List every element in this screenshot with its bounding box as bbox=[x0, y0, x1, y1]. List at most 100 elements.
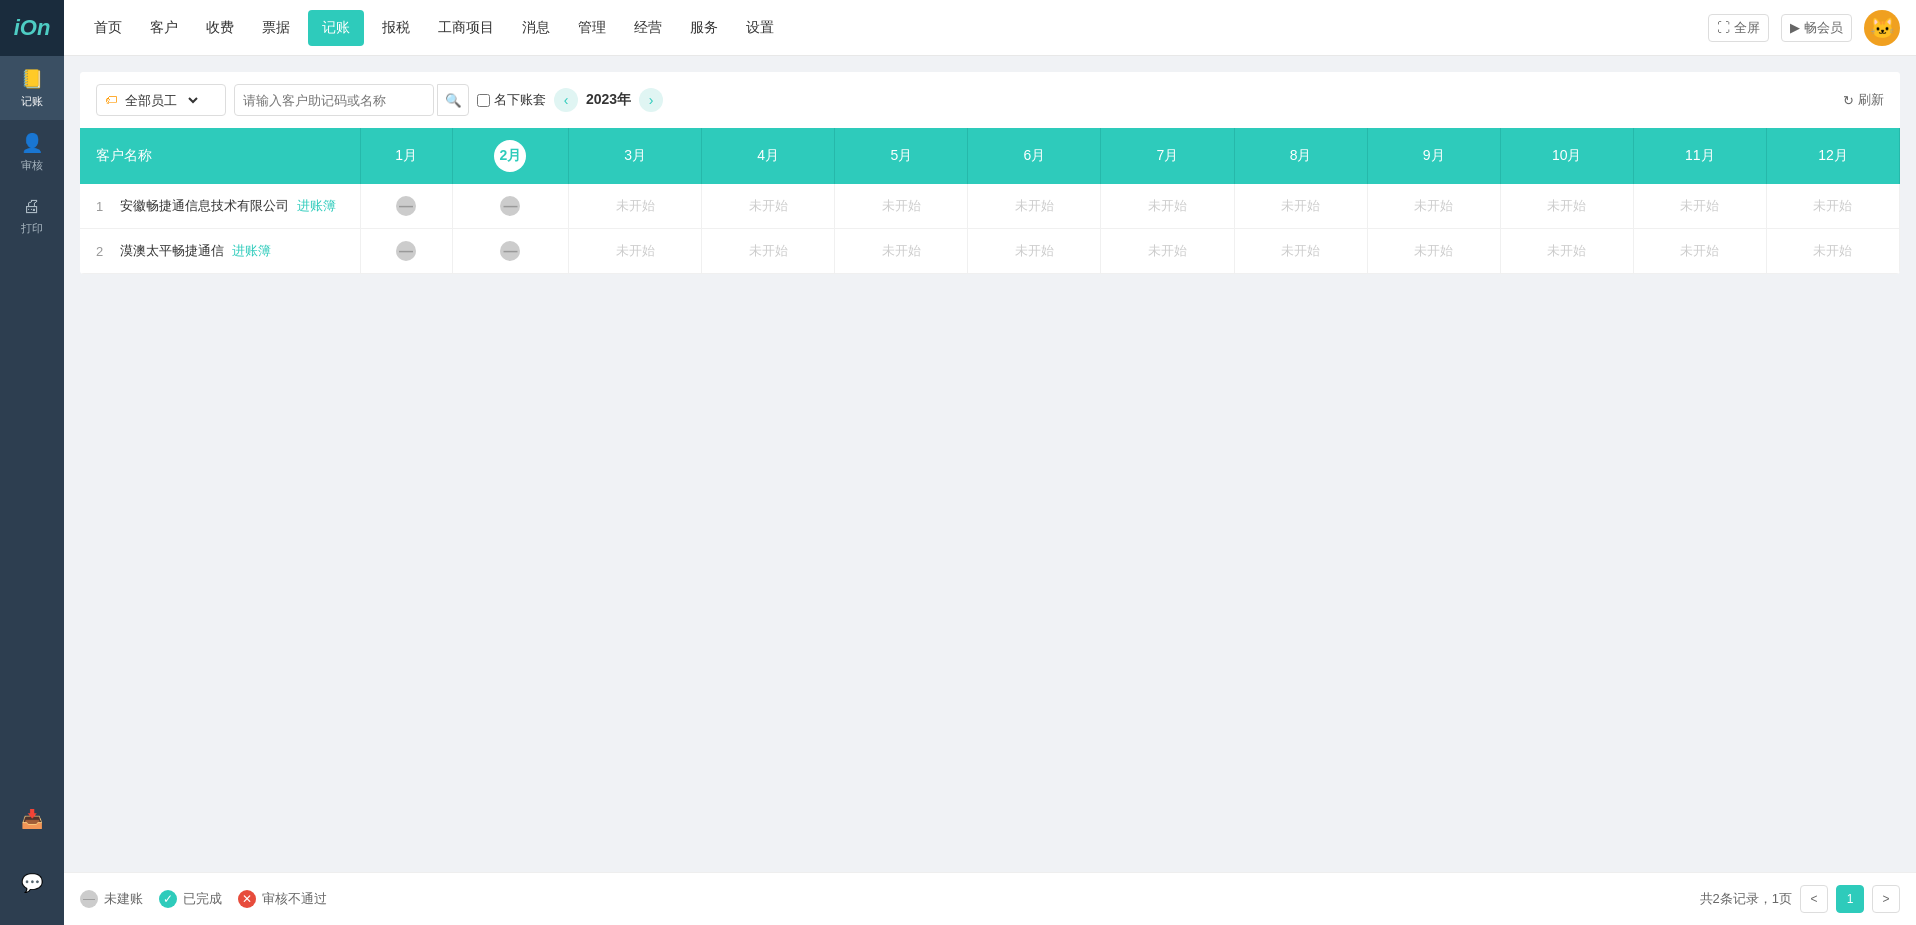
customer-name: 安徽畅捷通信息技术有限公司 bbox=[120, 197, 289, 215]
sidebar-item-support[interactable]: 💬 bbox=[0, 851, 64, 915]
nav-billing[interactable]: 收费 bbox=[192, 0, 248, 56]
month-cell-10: 未开始 bbox=[1500, 229, 1633, 274]
nav-customer[interactable]: 客户 bbox=[136, 0, 192, 56]
not-built-label: 未建账 bbox=[104, 890, 143, 908]
month-cell-2: — bbox=[452, 229, 568, 274]
nav-service[interactable]: 服务 bbox=[676, 0, 732, 56]
bookkeeping-table: 客户名称 1月 2月 3月 4月 5月 6月 7月 8月 9月 10月 11月 bbox=[80, 128, 1900, 274]
col-customer-name: 客户名称 bbox=[80, 128, 360, 184]
main-card: 🏷 全部员工 🔍 名下账套 ‹ 2023年 › bbox=[80, 72, 1900, 274]
col-month-6: 6月 bbox=[968, 128, 1101, 184]
not-started-label: 未开始 bbox=[1680, 198, 1719, 213]
search-input[interactable] bbox=[234, 84, 434, 116]
audit-icon: 👤 bbox=[21, 132, 43, 154]
legend-rejected: ✕ 审核不通过 bbox=[238, 890, 327, 908]
fullscreen-button[interactable]: ⛶ 全屏 bbox=[1708, 14, 1769, 42]
month-cell-12: 未开始 bbox=[1766, 184, 1899, 229]
sidebar-logo: iOn bbox=[0, 0, 64, 56]
toolbar: 🏷 全部员工 🔍 名下账套 ‹ 2023年 › bbox=[80, 72, 1900, 128]
employee-filter-icon: 🏷 bbox=[105, 93, 117, 107]
rejected-icon: ✕ bbox=[238, 890, 256, 908]
not-started-label: 未开始 bbox=[1015, 198, 1054, 213]
nav-invoice[interactable]: 票据 bbox=[248, 0, 304, 56]
completed-icon: ✓ bbox=[159, 890, 177, 908]
col-month-10: 10月 bbox=[1500, 128, 1633, 184]
col-month-9: 9月 bbox=[1367, 128, 1500, 184]
mine-checkbox-label[interactable]: 名下账套 bbox=[477, 91, 546, 109]
sidebar-item-bookkeeping[interactable]: 📒 记账 bbox=[0, 56, 64, 120]
completed-label: 已完成 bbox=[183, 890, 222, 908]
next-year-button[interactable]: › bbox=[639, 88, 663, 112]
legend-not-built: — 未建账 bbox=[80, 890, 143, 908]
month-cell-9: 未开始 bbox=[1367, 184, 1500, 229]
month-cell-12: 未开始 bbox=[1766, 229, 1899, 274]
mine-checkbox[interactable] bbox=[477, 94, 490, 107]
table-row: 1 安徽畅捷通信息技术有限公司 进账簿 ——未开始未开始未开始未开始未开始未开始… bbox=[80, 184, 1900, 229]
not-started-label: 未开始 bbox=[1148, 198, 1187, 213]
sidebar-bottom: 📥 💬 bbox=[0, 787, 64, 925]
refresh-icon: ↻ bbox=[1843, 93, 1854, 108]
topnav-items: 首页 客户 收费 票据 记账 报税 工商项目 消息 管理 经营 服务 设置 bbox=[80, 0, 1708, 56]
nav-settings[interactable]: 设置 bbox=[732, 0, 788, 56]
nav-operations[interactable]: 经营 bbox=[620, 0, 676, 56]
year-display: 2023年 bbox=[586, 91, 631, 109]
month-cell-7: 未开始 bbox=[1101, 229, 1234, 274]
topnav-right: ⛶ 全屏 ▶ 畅会员 🐱 bbox=[1708, 10, 1900, 46]
not-started-label: 未开始 bbox=[882, 198, 921, 213]
nav-bookkeeping[interactable]: 记账 bbox=[308, 10, 364, 46]
not-started-label: 未开始 bbox=[616, 198, 655, 213]
month-cell-1: — bbox=[360, 229, 452, 274]
not-started-label: 未开始 bbox=[749, 243, 788, 258]
not-started-label: 未开始 bbox=[1813, 198, 1852, 213]
enter-link[interactable]: 进账簿 bbox=[232, 242, 271, 260]
current-page-button[interactable]: 1 bbox=[1836, 885, 1864, 913]
row-number: 1 bbox=[96, 199, 112, 214]
pagination: 共2条记录，1页 < 1 > bbox=[1700, 885, 1900, 913]
month-cell-2: — bbox=[452, 184, 568, 229]
month-cell-9: 未开始 bbox=[1367, 229, 1500, 274]
not-started-label: 未开始 bbox=[1680, 243, 1719, 258]
print-icon: 🖨 bbox=[23, 196, 41, 217]
member-button[interactable]: ▶ 畅会员 bbox=[1781, 14, 1852, 42]
not-started-label: 未开始 bbox=[882, 243, 921, 258]
sidebar-item-label: 记账 bbox=[21, 94, 43, 109]
not-built-icon: — bbox=[80, 890, 98, 908]
next-page-button[interactable]: > bbox=[1872, 885, 1900, 913]
footer: — 未建账 ✓ 已完成 ✕ 审核不通过 共2条记录，1页 < 1 > bbox=[64, 872, 1916, 925]
nav-tax[interactable]: 报税 bbox=[368, 0, 424, 56]
nav-message[interactable]: 消息 bbox=[508, 0, 564, 56]
sidebar-item-print[interactable]: 🖨 打印 bbox=[0, 184, 64, 248]
support-icon: 💬 bbox=[21, 872, 43, 894]
month-cell-5: 未开始 bbox=[835, 184, 968, 229]
employee-select[interactable]: 全部员工 bbox=[121, 92, 201, 109]
month-cell-4: 未开始 bbox=[702, 184, 835, 229]
nav-business[interactable]: 工商项目 bbox=[424, 0, 508, 56]
month-cell-3: 未开始 bbox=[569, 184, 702, 229]
table-container: 客户名称 1月 2月 3月 4月 5月 6月 7月 8月 9月 10月 11月 bbox=[80, 128, 1900, 274]
enter-link[interactable]: 进账簿 bbox=[297, 197, 336, 215]
col-month-11: 11月 bbox=[1633, 128, 1766, 184]
customer-name-cell: 2 漠澳太平畅捷通信 进账簿 bbox=[80, 229, 360, 274]
nav-home[interactable]: 首页 bbox=[80, 0, 136, 56]
avatar[interactable]: 🐱 bbox=[1864, 10, 1900, 46]
month-cell-11: 未开始 bbox=[1633, 184, 1766, 229]
nav-management[interactable]: 管理 bbox=[564, 0, 620, 56]
not-started-label: 未开始 bbox=[1281, 198, 1320, 213]
sidebar: iOn 📒 记账 👤 审核 🖨 打印 📥 💬 bbox=[0, 0, 64, 925]
main-content: 首页 客户 收费 票据 记账 报税 工商项目 消息 管理 经营 服务 设置 ⛶ … bbox=[64, 0, 1916, 925]
month-cell-7: 未开始 bbox=[1101, 184, 1234, 229]
employee-filter[interactable]: 🏷 全部员工 bbox=[96, 84, 226, 116]
not-started-label: 未开始 bbox=[1414, 198, 1453, 213]
refresh-button[interactable]: ↻ 刷新 bbox=[1843, 91, 1884, 109]
sidebar-item-audit[interactable]: 👤 审核 bbox=[0, 120, 64, 184]
sidebar-item-download[interactable]: 📥 bbox=[0, 787, 64, 851]
search-button[interactable]: 🔍 bbox=[437, 84, 469, 116]
download-icon: 📥 bbox=[21, 808, 43, 830]
prev-year-button[interactable]: ‹ bbox=[554, 88, 578, 112]
sidebar-item-label: 审核 bbox=[21, 158, 43, 173]
not-started-label: 未开始 bbox=[616, 243, 655, 258]
not-started-label: 未开始 bbox=[749, 198, 788, 213]
customer-name: 漠澳太平畅捷通信 bbox=[120, 242, 224, 260]
status-circle: — bbox=[500, 196, 520, 216]
prev-page-button[interactable]: < bbox=[1800, 885, 1828, 913]
